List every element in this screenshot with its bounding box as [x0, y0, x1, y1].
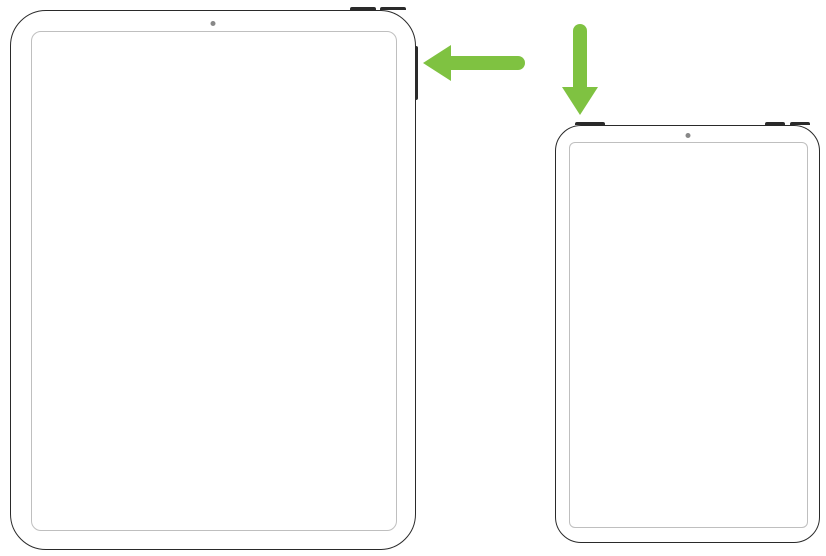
arrow-head-icon — [562, 87, 598, 115]
arrow-shaft-icon — [573, 24, 587, 94]
ipad-body — [10, 10, 416, 550]
arrow-shaft-icon — [445, 56, 525, 70]
front-camera-icon — [211, 21, 216, 26]
ipad-screen — [569, 142, 808, 528]
front-camera-icon — [685, 133, 690, 138]
ipad-large-device — [10, 10, 420, 550]
ipad-body — [555, 125, 820, 543]
ipad-screen — [31, 31, 397, 531]
ipad-small-device — [555, 125, 820, 545]
